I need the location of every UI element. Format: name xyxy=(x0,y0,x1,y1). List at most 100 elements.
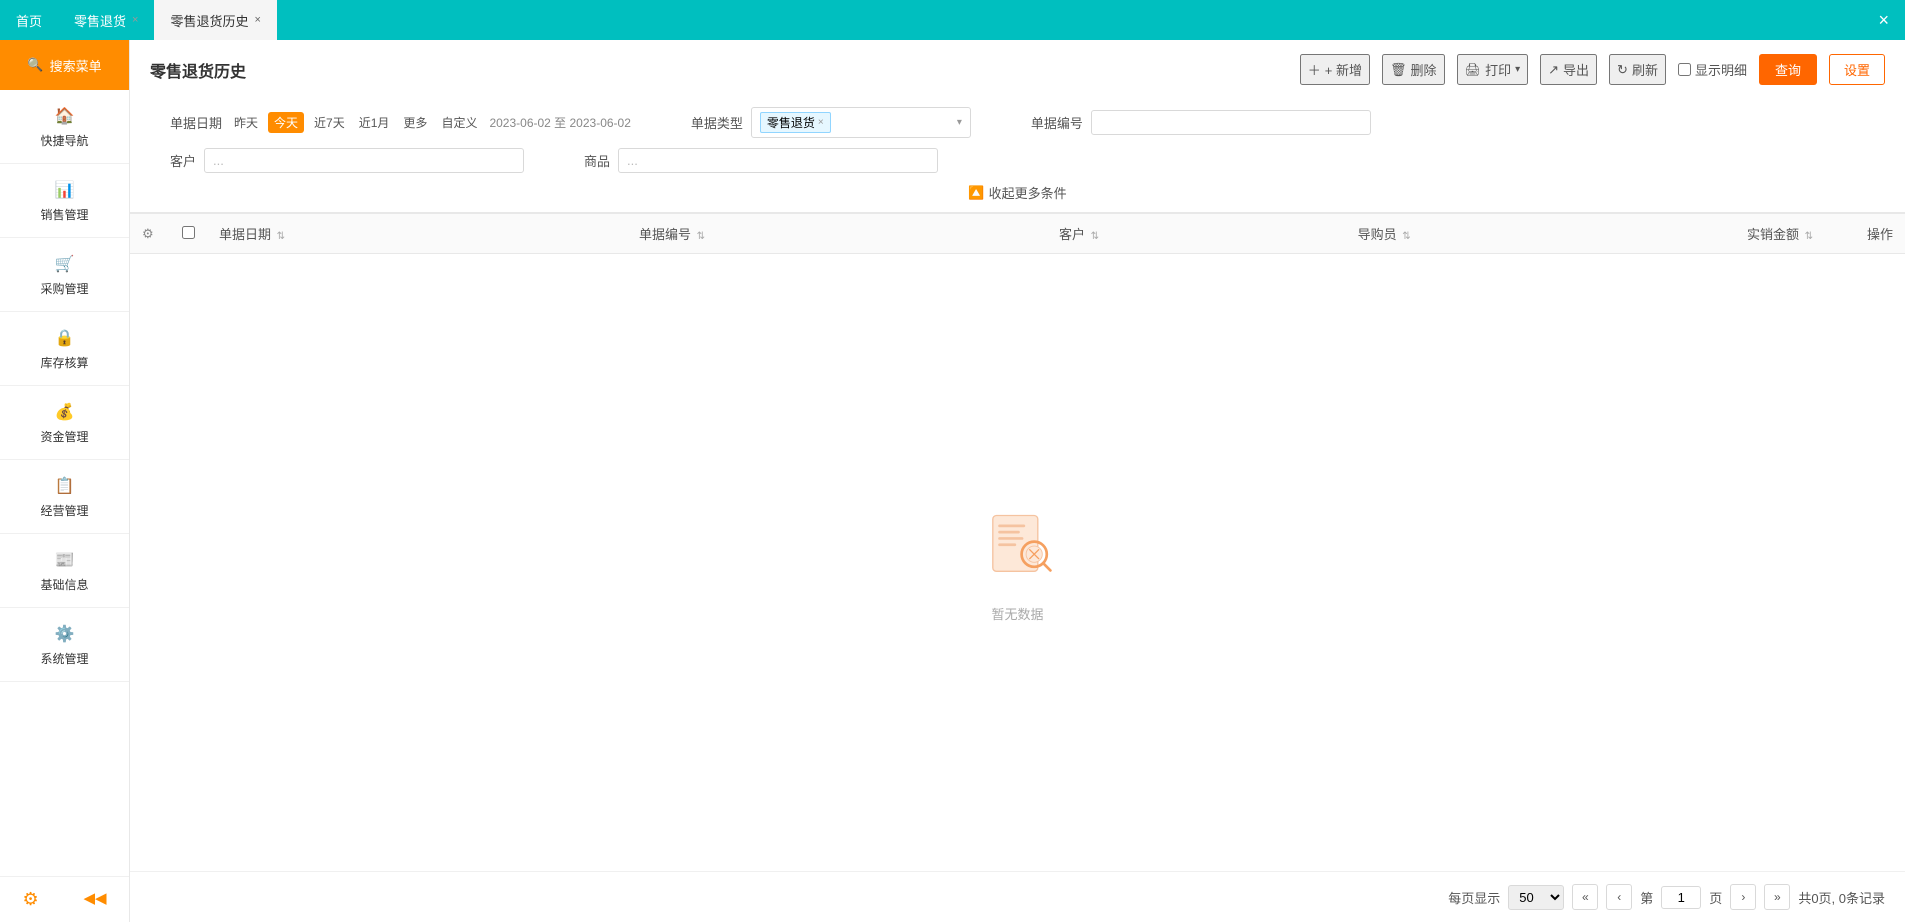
finance-icon: 💰 xyxy=(53,400,77,424)
empty-illustration xyxy=(973,502,1063,592)
sidebar-item-inventory[interactable]: 🔒 库存核算 xyxy=(0,312,129,386)
col-guide: 导购员 ⇅ xyxy=(1346,214,1705,254)
data-table: ⚙ 单据日期 ⇅ 单据编号 ⇅ xyxy=(130,213,1905,254)
setting-button[interactable]: 设置 xyxy=(1829,54,1885,85)
tab-return-close[interactable]: × xyxy=(132,14,138,26)
total-label: 共0页, 0条记录 xyxy=(1798,888,1885,907)
filter-number-item: 单据编号 xyxy=(1031,110,1371,135)
display-checkbox[interactable] xyxy=(1678,63,1691,76)
new-button[interactable]: ＋ + 新增 xyxy=(1300,54,1370,85)
sidebar-item-quick-nav[interactable]: 🏠 快捷导航 xyxy=(0,90,129,164)
sidebar-settings-icon[interactable]: ⚙ xyxy=(22,889,38,910)
select-all-checkbox[interactable] xyxy=(182,226,195,239)
col-customer: 客户 ⇅ xyxy=(1047,214,1346,254)
prev-page-button[interactable]: ‹ xyxy=(1606,884,1632,910)
checkbox-col xyxy=(170,214,207,254)
goods-filter-label: 商品 xyxy=(584,151,610,170)
page-title-row: 零售退货历史 ＋ + 新增 🗑 删除 🖨 打印 ▾ xyxy=(150,54,1885,85)
customer-filter-select[interactable]: ... xyxy=(204,148,524,173)
filter-area: 单据日期 昨天 今天 近7天 近1月 更多 自定义 2023-06-02 至 2… xyxy=(150,97,1885,212)
delete-button[interactable]: 🗑 删除 xyxy=(1382,54,1445,85)
collapse-label: 收起更多条件 xyxy=(989,183,1067,202)
filter-type-item: 单据类型 零售退货 × ▾ xyxy=(691,107,971,138)
sidebar-bottom: ⚙ ◀◀ xyxy=(0,876,129,922)
refresh-button[interactable]: ↻ 刷新 xyxy=(1609,54,1666,85)
goods-filter-select[interactable]: ... xyxy=(618,148,938,173)
operation-icon: 📋 xyxy=(53,474,77,498)
col-customer-label: 客户 xyxy=(1059,227,1085,242)
filter-customer-item: 客户 ... xyxy=(170,148,524,173)
page-header: 零售退货历史 ＋ + 新增 🗑 删除 🖨 打印 ▾ xyxy=(130,40,1905,213)
col-number: 单据编号 ⇅ xyxy=(627,214,1047,254)
date-btn-more[interactable]: 更多 xyxy=(399,112,431,133)
number-filter-input[interactable] xyxy=(1091,110,1371,135)
col-date-sort[interactable]: ⇅ xyxy=(277,231,285,242)
empty-text: 暂无数据 xyxy=(991,604,1043,623)
tab-return-history-close[interactable]: × xyxy=(254,14,260,26)
sidebar-sound-icon[interactable]: ◀◀ xyxy=(83,889,106,910)
col-action-label: 操作 xyxy=(1867,227,1893,242)
customer-filter-label: 客户 xyxy=(170,151,196,170)
sidebar-item-label: 采购管理 xyxy=(40,280,88,297)
col-number-sort[interactable]: ⇅ xyxy=(697,231,705,242)
sales-icon: 📊 xyxy=(53,178,77,202)
col-customer-sort[interactable]: ⇅ xyxy=(1091,231,1099,242)
collapse-button[interactable]: 🔼 收起更多条件 xyxy=(968,183,1066,202)
search-icon: 🔍 xyxy=(27,57,43,73)
table-settings-icon[interactable]: ⚙ xyxy=(142,226,154,241)
date-btn-1month[interactable]: 近1月 xyxy=(355,112,394,133)
print-button[interactable]: 🖨 打印 ▾ xyxy=(1457,54,1529,85)
table-header-row: ⚙ 单据日期 ⇅ 单据编号 ⇅ xyxy=(130,214,1905,254)
col-number-label: 单据编号 xyxy=(639,227,691,242)
export-button[interactable]: ↗ 导出 xyxy=(1540,54,1597,85)
tab-home-label: 首页 xyxy=(16,11,42,30)
empty-area: 暂无数据 xyxy=(130,254,1905,871)
settings-col: ⚙ xyxy=(130,214,170,254)
per-page-label: 每页显示 xyxy=(1448,888,1500,907)
sidebar-item-finance[interactable]: 💰 资金管理 xyxy=(0,386,129,460)
next-page-button[interactable]: › xyxy=(1730,884,1756,910)
col-guide-sort[interactable]: ⇅ xyxy=(1402,231,1410,242)
print-label: 打印 xyxy=(1485,60,1511,79)
window-close-button[interactable]: × xyxy=(1862,10,1905,31)
new-label: + 新增 xyxy=(1325,60,1362,79)
query-button[interactable]: 查询 xyxy=(1759,54,1817,85)
filter-date-item: 单据日期 昨天 今天 近7天 近1月 更多 自定义 2023-06-02 至 2… xyxy=(170,112,631,133)
type-select-arrow: ▾ xyxy=(957,117,962,128)
type-tag-close[interactable]: × xyxy=(818,117,824,128)
new-icon: ＋ xyxy=(1308,60,1321,79)
basic-icon: 📰 xyxy=(53,548,77,572)
sidebar-item-operation[interactable]: 📋 经营管理 xyxy=(0,460,129,534)
date-filter-label: 单据日期 xyxy=(170,113,222,132)
tab-return-history[interactable]: 零售退货历史 × xyxy=(154,0,276,40)
tab-return-label: 零售退货 xyxy=(74,11,126,30)
sidebar-item-system[interactable]: ⚙️ 系统管理 xyxy=(0,608,129,682)
sidebar-search[interactable]: 🔍 搜索菜单 xyxy=(0,40,129,90)
sidebar-item-basic[interactable]: 📰 基础信息 xyxy=(0,534,129,608)
first-page-button[interactable]: « xyxy=(1572,884,1598,910)
purchase-icon: 🛒 xyxy=(53,252,77,276)
toolbar: ＋ + 新增 🗑 删除 🖨 打印 ▾ ↗ 导出 xyxy=(1300,54,1885,85)
date-range-text: 2023-06-02 至 2023-06-02 xyxy=(489,114,630,131)
page-suffix: 页 xyxy=(1709,888,1722,907)
print-arrow: ▾ xyxy=(1515,64,1520,75)
last-page-button[interactable]: » xyxy=(1764,884,1790,910)
tab-return[interactable]: 零售退货 × xyxy=(58,0,154,40)
type-filter-select[interactable]: 零售退货 × ▾ xyxy=(751,107,971,138)
goods-placeholder: ... xyxy=(627,153,638,168)
sidebar-item-label: 库存核算 xyxy=(40,354,88,371)
sidebar-item-purchase[interactable]: 🛒 采购管理 xyxy=(0,238,129,312)
sidebar-item-label: 资金管理 xyxy=(40,428,88,445)
top-bar: 首页 零售退货 × 零售退货历史 × × xyxy=(0,0,1905,40)
per-page-select[interactable]: 50 10 20 100 xyxy=(1508,885,1564,910)
sidebar-item-sales[interactable]: 📊 销售管理 xyxy=(0,164,129,238)
tab-home[interactable]: 首页 xyxy=(0,0,58,40)
date-btn-yesterday[interactable]: 昨天 xyxy=(230,112,262,133)
date-btn-custom[interactable]: 自定义 xyxy=(437,112,481,133)
col-amount-sort[interactable]: ⇅ xyxy=(1805,231,1813,242)
date-btn-today[interactable]: 今天 xyxy=(268,112,304,133)
date-btn-7days[interactable]: 近7天 xyxy=(310,112,349,133)
filter-row-1: 单据日期 昨天 今天 近7天 近1月 更多 自定义 2023-06-02 至 2… xyxy=(170,107,1865,138)
page-number-input[interactable] xyxy=(1661,886,1701,909)
type-tag: 零售退货 × xyxy=(760,112,831,133)
